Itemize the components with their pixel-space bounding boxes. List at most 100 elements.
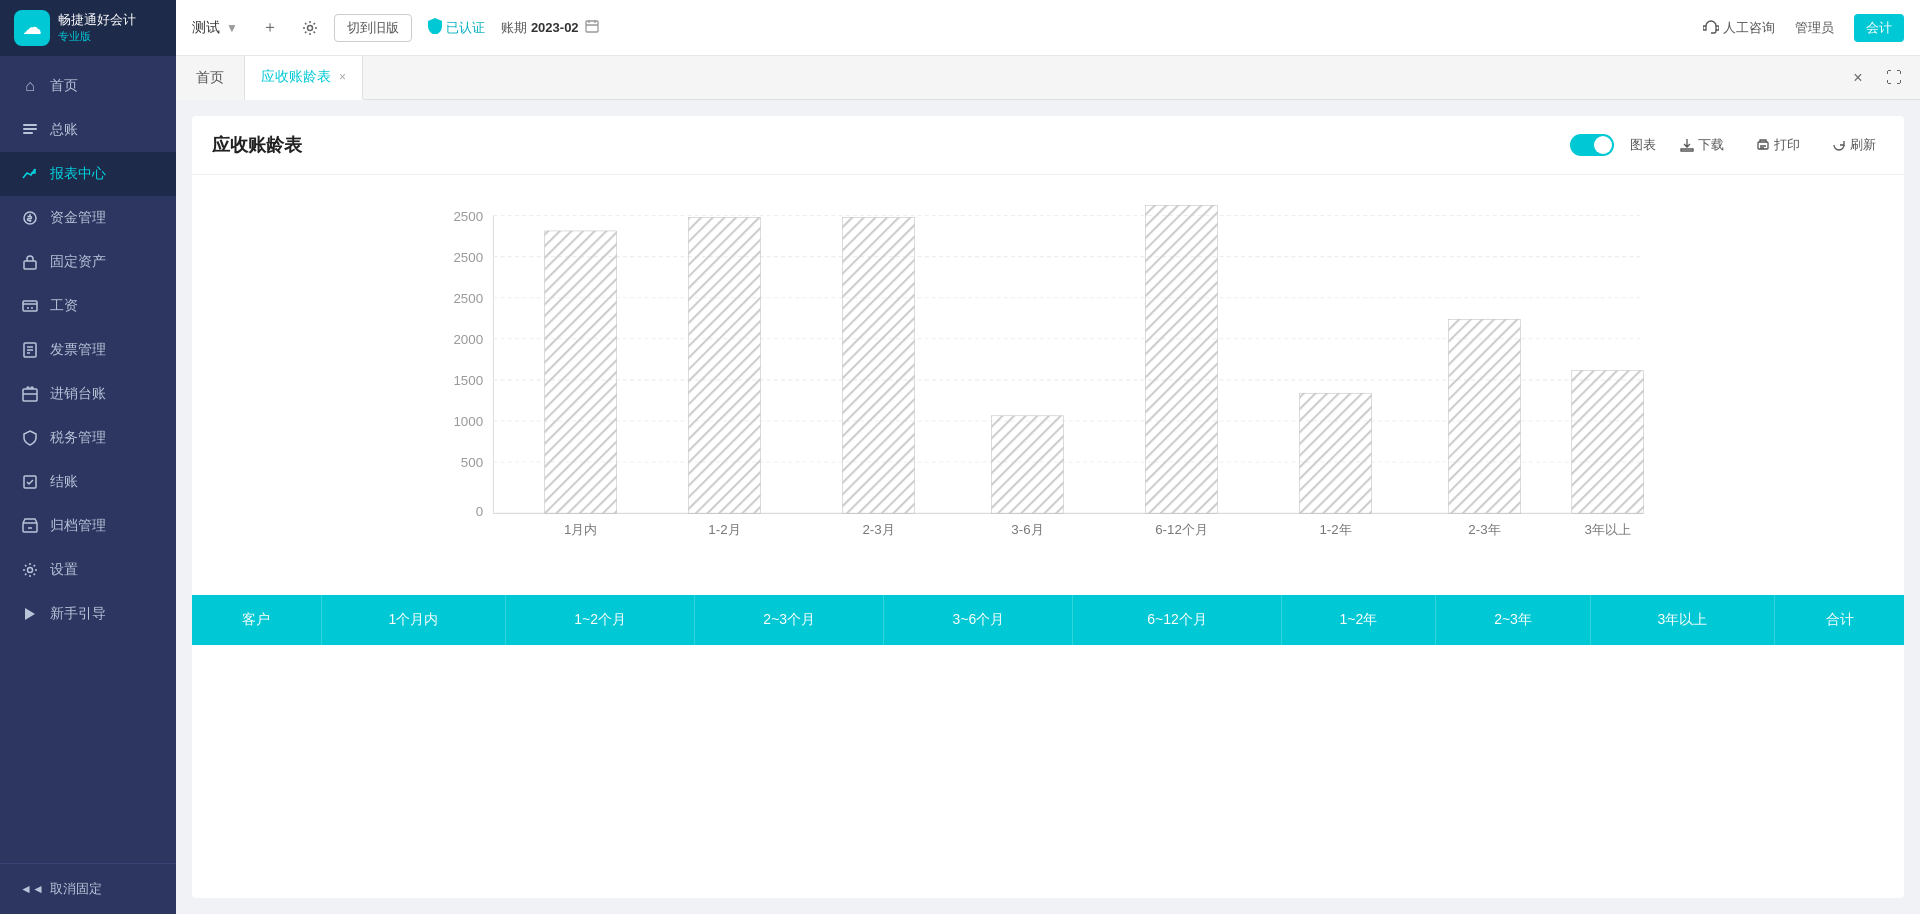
svg-text:2500: 2500 <box>453 291 483 306</box>
refresh-icon <box>1832 138 1846 152</box>
svg-text:1-2月: 1-2月 <box>708 522 740 537</box>
col-total: 合计 <box>1775 595 1904 645</box>
refresh-button[interactable]: 刷新 <box>1824 132 1884 158</box>
assets-icon <box>20 252 40 272</box>
print-label: 打印 <box>1774 136 1800 154</box>
svg-text:2500: 2500 <box>453 250 483 265</box>
consult-label: 人工咨询 <box>1723 19 1775 37</box>
svg-text:1-2年: 1-2年 <box>1319 522 1351 537</box>
sidebar-item-guide-label: 新手引导 <box>50 605 106 623</box>
svg-rect-5 <box>23 301 37 311</box>
sidebar-item-home[interactable]: ⌂ 首页 <box>0 64 176 108</box>
cancel-fixed-button[interactable]: ◄◄ 取消固定 <box>20 874 156 904</box>
svg-rect-39 <box>992 416 1064 514</box>
sidebar-item-settings[interactable]: 设置 <box>0 548 176 592</box>
tab-home-label: 首页 <box>196 69 224 87</box>
sidebar-item-invoices[interactable]: 发票管理 <box>0 328 176 372</box>
switch-old-version-button[interactable]: 切到旧版 <box>334 14 412 42</box>
col-1month: 1个月内 <box>321 595 505 645</box>
headset-icon <box>1703 18 1719 37</box>
sidebar-item-reports-label: 报表中心 <box>50 165 106 183</box>
sidebar-item-home-label: 首页 <box>50 77 78 95</box>
sidebar-item-archive-label: 归档管理 <box>50 517 106 535</box>
aging-table: 客户 1个月内 1~2个月 2~3个月 3~6个月 6~12个月 1~2年 2~… <box>192 595 1904 645</box>
sidebar-item-closing[interactable]: 结账 <box>0 460 176 504</box>
table-wrapper: 客户 1个月内 1~2个月 2~3个月 3~6个月 6~12个月 1~2年 2~… <box>192 595 1904 898</box>
sidebar-item-ledger-label: 总账 <box>50 121 78 139</box>
chart-container: 2500 2500 2500 2000 1500 1000 500 0 <box>192 175 1904 595</box>
sidebar-footer: ◄◄ 取消固定 <box>0 863 176 914</box>
user-button[interactable]: 管理员 <box>1787 15 1842 41</box>
shield-icon <box>428 18 442 37</box>
svg-rect-43 <box>1300 393 1372 513</box>
sidebar-item-assets[interactable]: 固定资产 <box>0 240 176 284</box>
sidebar-item-funds-label: 资金管理 <box>50 209 106 227</box>
tab-receivable-aging-label: 应收账龄表 <box>261 68 331 86</box>
sidebar-item-funds[interactable]: 资金管理 <box>0 196 176 240</box>
sidebar-item-tax[interactable]: 税务管理 <box>0 416 176 460</box>
verified-badge: 已认证 <box>428 18 485 37</box>
download-button[interactable]: 下载 <box>1672 132 1732 158</box>
settings-icon <box>20 560 40 580</box>
col-1-2month: 1~2个月 <box>506 595 695 645</box>
app-logo-icon: ☁ <box>14 10 50 46</box>
sidebar: ☁ 畅捷通好会计 专业版 ⌂ 首页 总账 报表中心 资金管理 <box>0 0 176 914</box>
svg-rect-47 <box>1572 371 1644 514</box>
page-header: 应收账龄表 图表 下载 打印 刷新 <box>192 116 1904 175</box>
company-selector[interactable]: 测试 ▼ <box>192 19 238 37</box>
period-info: 账期 2023-02 <box>501 19 599 37</box>
main-container: 测试 ▼ ＋ 切到旧版 已认证 账期 2023-02 <box>176 0 1920 914</box>
app-logo-text: 畅捷通好会计 专业版 <box>58 12 136 43</box>
reports-icon <box>20 164 40 184</box>
calendar-icon[interactable] <box>585 19 599 36</box>
window-close-button[interactable]: × <box>1844 64 1872 92</box>
svg-text:2-3年: 2-3年 <box>1468 522 1500 537</box>
sidebar-item-ledger[interactable]: 总账 <box>0 108 176 152</box>
tab-bar: 首页 应收账龄表 × × ⛶ <box>176 56 1920 100</box>
sidebar-nav: ⌂ 首页 总账 报表中心 资金管理 固定资产 <box>0 56 176 863</box>
refresh-label: 刷新 <box>1850 136 1876 154</box>
sidebar-item-purchases[interactable]: 进销台账 <box>0 372 176 416</box>
window-expand-button[interactable]: ⛶ <box>1880 64 1908 92</box>
sidebar-item-purchases-label: 进销台账 <box>50 385 106 403</box>
sidebar-item-guide[interactable]: 新手引导 <box>0 592 176 636</box>
col-3-6month: 3~6个月 <box>884 595 1073 645</box>
tab-home[interactable]: 首页 <box>176 56 245 100</box>
svg-rect-4 <box>24 261 36 269</box>
chart-toggle[interactable] <box>1570 134 1614 156</box>
sidebar-item-assets-label: 固定资产 <box>50 253 106 271</box>
svg-text:1月内: 1月内 <box>564 522 597 537</box>
svg-rect-13 <box>586 21 598 32</box>
print-button[interactable]: 打印 <box>1748 132 1808 158</box>
svg-text:2-3月: 2-3月 <box>862 522 894 537</box>
top-header: 测试 ▼ ＋ 切到旧版 已认证 账期 2023-02 <box>176 0 1920 56</box>
svg-text:0: 0 <box>476 504 483 519</box>
add-button[interactable]: ＋ <box>254 12 286 44</box>
sidebar-item-wages[interactable]: 工资 <box>0 284 176 328</box>
page-title: 应收账龄表 <box>212 133 302 157</box>
tab-actions: × ⛶ <box>1844 64 1920 92</box>
print-icon <box>1756 138 1770 152</box>
accounting-button[interactable]: 会计 <box>1854 14 1904 42</box>
download-label: 下载 <box>1698 136 1724 154</box>
tab-receivable-aging[interactable]: 应收账龄表 × <box>245 56 363 100</box>
consult-button[interactable]: 人工咨询 <box>1703 18 1775 37</box>
svg-point-12 <box>307 25 312 30</box>
table-header-row: 客户 1个月内 1~2个月 2~3个月 3~6个月 6~12个月 1~2年 2~… <box>192 595 1904 645</box>
tab-close-icon[interactable]: × <box>339 70 346 84</box>
ledger-icon <box>20 120 40 140</box>
sidebar-item-tax-label: 税务管理 <box>50 429 106 447</box>
unpin-icon: ◄◄ <box>20 882 44 896</box>
col-2-3month: 2~3个月 <box>695 595 884 645</box>
svg-rect-37 <box>843 218 915 514</box>
sidebar-item-reports[interactable]: 报表中心 <box>0 152 176 196</box>
sidebar-item-archive[interactable]: 归档管理 <box>0 504 176 548</box>
svg-rect-2 <box>23 132 33 134</box>
settings-header-button[interactable] <box>294 12 326 44</box>
wages-icon <box>20 296 40 316</box>
svg-rect-0 <box>23 124 37 126</box>
verified-label: 已认证 <box>446 19 485 37</box>
svg-rect-1 <box>23 128 37 130</box>
svg-rect-35 <box>689 218 761 514</box>
col-2-3year: 2~3年 <box>1436 595 1591 645</box>
